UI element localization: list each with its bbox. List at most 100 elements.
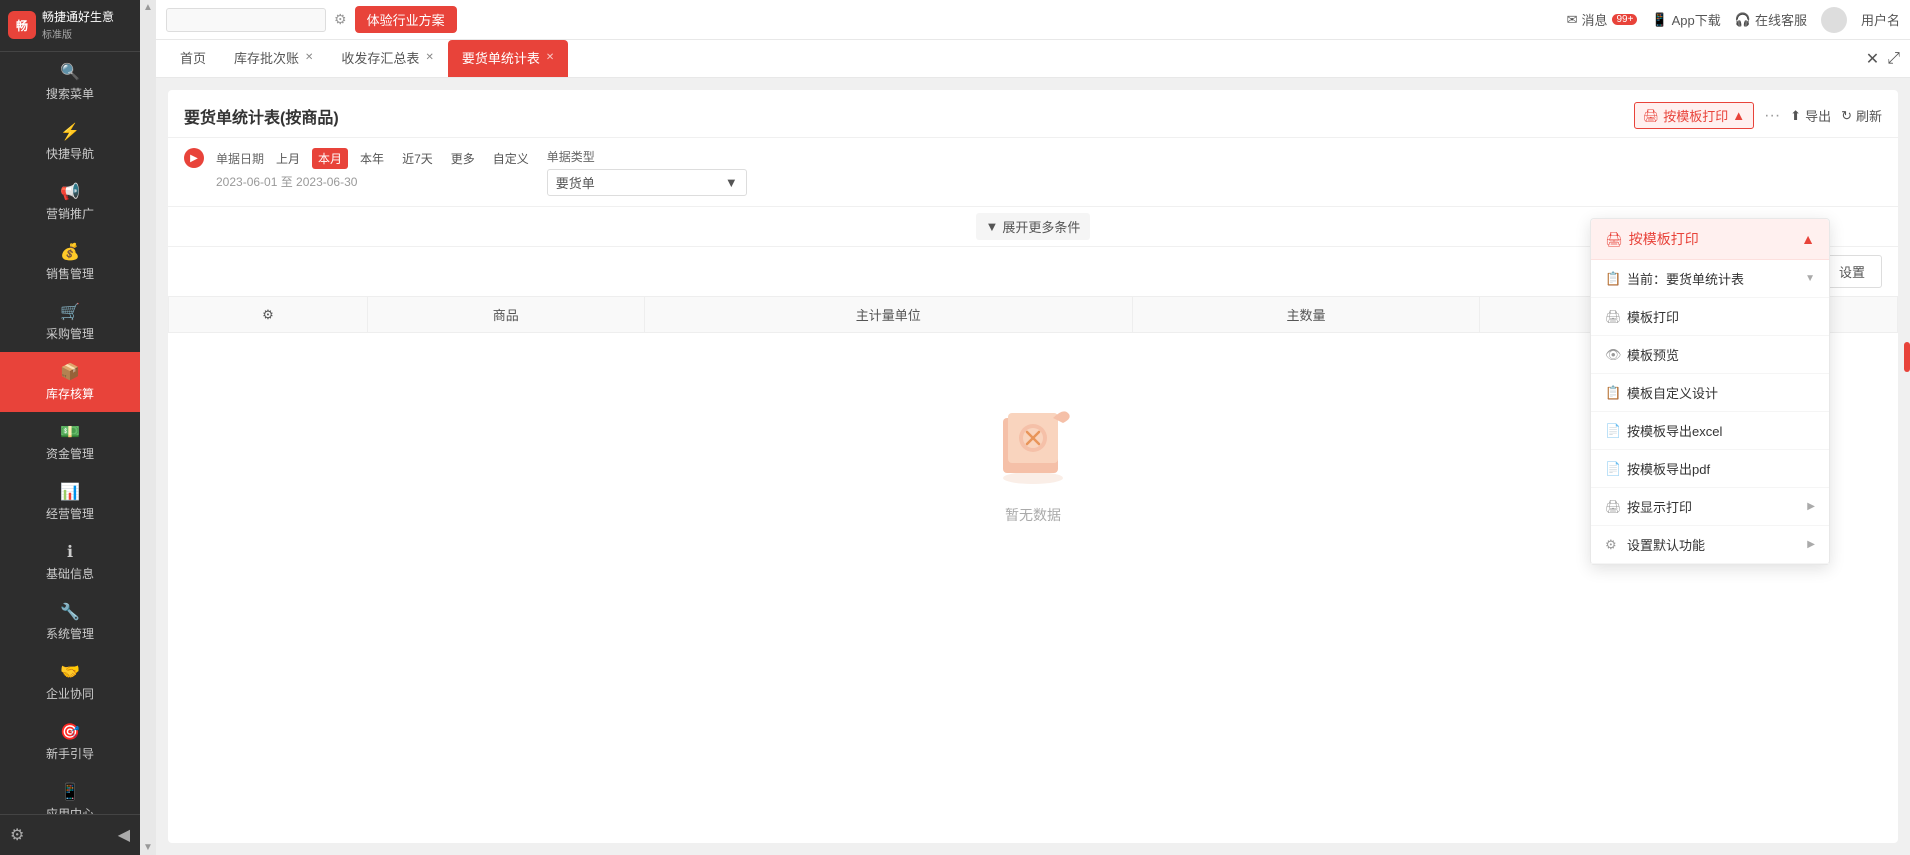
sidebar-item-label-search: 搜索菜单 xyxy=(46,85,94,102)
col-settings[interactable]: ⚙ xyxy=(169,297,368,333)
tab-receipt-summary-close[interactable]: ✕ xyxy=(425,52,433,63)
tab-order-stats[interactable]: 要货单统计表 ✕ xyxy=(448,40,568,77)
sidebar-item-basic-info[interactable]: ℹ基础信息 xyxy=(0,532,140,592)
date-btn-7days[interactable]: 近7天 xyxy=(396,148,439,169)
settings-btn[interactable]: 设置 xyxy=(1822,255,1882,288)
date-btn-more[interactable]: 更多 xyxy=(445,148,481,169)
tab-inventory-batch[interactable]: 库存批次账 ✕ xyxy=(220,40,327,77)
template-export-excel-label: 按模板导出excel xyxy=(1627,421,1722,440)
sidebar-item-label-collab: 企业协同 xyxy=(46,685,94,702)
expand-more-btn[interactable]: ▼ 展开更多条件 xyxy=(976,213,1091,240)
scroll-up-btn[interactable]: ▲ xyxy=(141,0,155,15)
page-header: 要货单统计表(按商品) 🖨 按模板打印 ▲ ··· ⬆ 导出 ↻ 刷新 xyxy=(168,90,1898,138)
template-export-pdf-label: 按模板导出pdf xyxy=(1627,459,1710,478)
dropdown-item-template-print[interactable]: 🖨模板打印 xyxy=(1591,298,1829,336)
marketing-icon: 📢 xyxy=(60,182,80,202)
operations-icon: 📊 xyxy=(60,482,80,502)
dropdown-section-display-print[interactable]: 🖨按显示打印▶ xyxy=(1591,488,1829,526)
sidebar-item-system[interactable]: 🔧系统管理 xyxy=(0,592,140,652)
sidebar-item-label-newbie: 新手引导 xyxy=(46,745,94,762)
main-content: ⚙ 体验行业方案 ✉ 消息 99+ 📱 App下载 🎧 在线客服 用户名 首页 xyxy=(156,0,1910,855)
sidebar-item-inventory[interactable]: 📦库存核算 xyxy=(0,352,140,412)
sidebar-item-sales[interactable]: 💰销售管理 xyxy=(0,232,140,292)
print-icon: 🖨 xyxy=(1643,108,1660,124)
tabs-right: ✕ ⤢ xyxy=(1866,49,1900,69)
print-label: 按模板打印 xyxy=(1663,106,1728,125)
sidebar-item-quick-nav[interactable]: ⚡快捷导航 xyxy=(0,112,140,172)
date-btn-last-month[interactable]: 上月 xyxy=(270,148,306,169)
type-select[interactable]: 要货单 ▼ xyxy=(547,169,747,196)
logo-text-block: 畅捷通好生意 标准版 xyxy=(42,10,114,41)
tab-home[interactable]: 首页 xyxy=(166,40,220,77)
avatar[interactable] xyxy=(1821,7,1847,33)
online-service-btn[interactable]: 🎧 在线客服 xyxy=(1735,10,1807,29)
dropdown-section-default-func[interactable]: ⚙设置默认功能▶ xyxy=(1591,526,1829,564)
sidebar-footer: ⚙ ◀ xyxy=(0,814,140,855)
template-export-excel-icon: 📄 xyxy=(1605,423,1621,439)
tab-inventory-batch-label: 库存批次账 xyxy=(234,48,299,67)
topbar: ⚙ 体验行业方案 ✉ 消息 99+ 📱 App下载 🎧 在线客服 用户名 xyxy=(156,0,1910,40)
system-icon: 🔧 xyxy=(60,602,80,622)
sidebar-item-label-marketing: 营销推广 xyxy=(46,205,94,222)
trial-btn[interactable]: 体验行业方案 xyxy=(355,6,457,33)
sidebar-item-label-quick-nav: 快捷导航 xyxy=(46,145,94,162)
topbar-gear-icon[interactable]: ⚙ xyxy=(334,11,347,28)
purchase-icon: 🛒 xyxy=(60,302,80,322)
sidebar-item-finance[interactable]: 💵资金管理 xyxy=(0,412,140,472)
sidebar-item-collab[interactable]: 🤝 企业协同 xyxy=(0,652,140,712)
settings-icon[interactable]: ⚙ xyxy=(10,825,24,845)
tabs-bar: 首页 库存批次账 ✕ 收发存汇总表 ✕ 要货单统计表 ✕ ✕ ⤢ xyxy=(156,40,1910,78)
type-select-arrow: ▼ xyxy=(725,175,738,190)
template-preview-icon: 👁 xyxy=(1605,347,1622,363)
sidebar-scroll: ▲ ▼ xyxy=(140,0,156,855)
print-dropdown-close-icon[interactable]: ▲ xyxy=(1801,231,1815,247)
collapse-icon[interactable]: ◀ xyxy=(118,825,130,845)
app-download-btn[interactable]: 📱 App下载 xyxy=(1651,10,1720,29)
sidebar-item-operations[interactable]: 📊经营管理 xyxy=(0,472,140,532)
filter-expand-btn[interactable]: ▶ xyxy=(184,148,204,168)
dropdown-item-template-export-excel[interactable]: 📄 按模板导出excel xyxy=(1591,412,1829,450)
sidebar-item-app-center[interactable]: 📱应用中心 xyxy=(0,772,140,814)
date-btn-this-year[interactable]: 本年 xyxy=(354,148,390,169)
tab-receipt-summary[interactable]: 收发存汇总表 ✕ xyxy=(327,40,447,77)
topbar-right: ✉ 消息 99+ 📱 App下载 🎧 在线客服 用户名 xyxy=(1567,7,1900,33)
scroll-down-btn[interactable]: ▼ xyxy=(141,840,155,855)
tab-receipt-summary-label: 收发存汇总表 xyxy=(341,48,419,67)
dropdown-item-template-preview[interactable]: 👁模板预览 xyxy=(1591,336,1829,374)
filter-date-row: 单据日期 上月 本月 本年 近7天 更多 自定义 xyxy=(216,148,535,169)
date-filter-label: 单据日期 xyxy=(216,150,264,167)
dropdown-item-template-export-pdf[interactable]: 📄按模板导出pdf xyxy=(1591,450,1829,488)
app-download-icon: 📱 xyxy=(1651,12,1667,28)
username[interactable]: 用户名 xyxy=(1861,10,1900,29)
sidebar-item-purchase[interactable]: 🛒采购管理 xyxy=(0,292,140,352)
sidebar-item-label-basic-info: 基础信息 xyxy=(46,565,94,582)
tabs-expand-btn[interactable]: ⤢ xyxy=(1887,50,1900,68)
date-range-display: 2023-06-01 至 2023-06-30 xyxy=(216,173,535,190)
page-header-actions: 🖨 按模板打印 ▲ ··· ⬆ 导出 ↻ 刷新 xyxy=(1634,102,1882,129)
sidebar-item-marketing[interactable]: 📢 营销推广 xyxy=(0,172,140,232)
collab-icon: 🤝 xyxy=(60,662,80,682)
sidebar-item-label-sales: 销售管理 xyxy=(46,265,94,282)
print-btn[interactable]: 🖨 按模板打印 ▲ xyxy=(1634,102,1754,129)
refresh-btn[interactable]: ↻ 刷新 xyxy=(1841,106,1882,125)
sidebar-item-search[interactable]: 🔍 搜索菜单 xyxy=(0,52,140,112)
topbar-search-input[interactable] xyxy=(166,8,326,32)
scrollbar-thumb[interactable] xyxy=(1904,342,1910,372)
tab-order-stats-close[interactable]: ✕ xyxy=(546,52,554,63)
app-center-icon: 📱 xyxy=(60,782,80,802)
export-btn[interactable]: ⬆ 导出 xyxy=(1790,106,1831,125)
current-template-item[interactable]: 📋 当前：要货单统计表 ▼ xyxy=(1591,260,1829,298)
search-icon: 🔍 xyxy=(60,62,80,82)
date-btn-custom[interactable]: 自定义 xyxy=(487,148,535,169)
refresh-icon: ↻ xyxy=(1841,108,1852,124)
right-scrollbar xyxy=(1904,342,1910,422)
tabs-close-all-btn[interactable]: ✕ xyxy=(1866,49,1879,69)
sidebar-item-newbie[interactable]: 🎯新手引导 xyxy=(0,712,140,772)
display-print-label: 按显示打印 xyxy=(1627,497,1692,516)
logo-icon: 畅 xyxy=(8,11,36,39)
dropdown-item-template-custom[interactable]: 📋模板自定义设计 xyxy=(1591,374,1829,412)
date-btn-this-month[interactable]: 本月 xyxy=(312,148,348,169)
message-btn[interactable]: ✉ 消息 99+ xyxy=(1567,10,1638,29)
tab-inventory-batch-close[interactable]: ✕ xyxy=(305,52,313,63)
more-options-btn[interactable]: ··· xyxy=(1764,107,1780,125)
